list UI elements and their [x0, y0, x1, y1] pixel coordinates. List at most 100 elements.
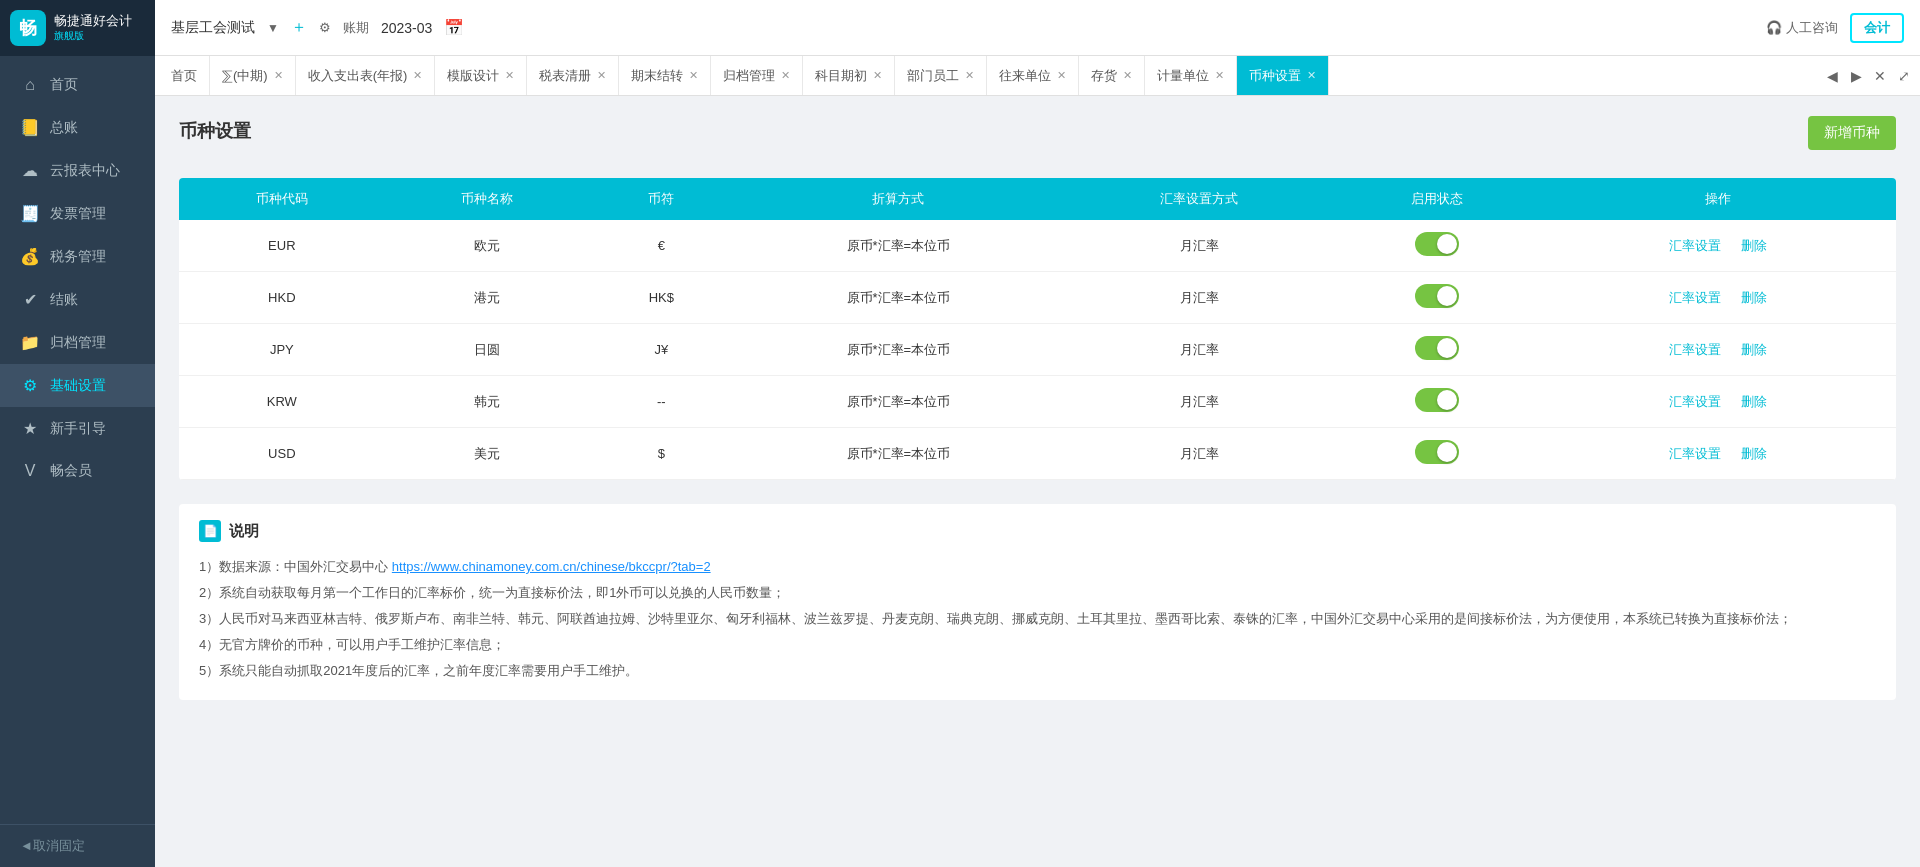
tab-home-label: 首页: [171, 67, 197, 85]
note-item-4: 4）无官方牌价的币种，可以用户手工维护汇率信息；: [199, 632, 1876, 658]
toggle-1[interactable]: [1415, 284, 1459, 308]
delete-link-4[interactable]: 删除: [1741, 446, 1767, 461]
sidebar-item-settings[interactable]: ⚙ 基础设置: [0, 364, 155, 407]
notes-title: 📄 说明: [199, 520, 1876, 542]
tab-archive-close[interactable]: ✕: [781, 69, 790, 82]
topbar-settings-icon[interactable]: ⚙: [319, 20, 331, 35]
cell-rate-1: 月汇率: [1064, 272, 1333, 324]
tab-period-close[interactable]: ✕: [689, 69, 698, 82]
tab-units[interactable]: 计量单位 ✕: [1145, 56, 1237, 96]
tab-taxclear[interactable]: 税表清册 ✕: [527, 56, 619, 96]
sidebar-item-ledger[interactable]: 📒 总账: [0, 106, 155, 149]
tab-inventory[interactable]: 存货 ✕: [1079, 56, 1145, 96]
sidebar-label-reports: 云报表中心: [50, 162, 120, 180]
sidebar-item-guide[interactable]: ★ 新手引导: [0, 407, 155, 450]
col-symbol: 币符: [590, 178, 732, 220]
tab-archive[interactable]: 归档管理 ✕: [711, 56, 803, 96]
support-btn[interactable]: 🎧 人工咨询: [1766, 19, 1838, 37]
calendar-icon[interactable]: 📅: [444, 18, 464, 37]
notes-title-text: 说明: [229, 522, 259, 541]
checkout-icon: ✔: [20, 290, 40, 309]
tab-balance-close[interactable]: ✕: [274, 69, 283, 82]
tab-subjects[interactable]: 科目期初 ✕: [803, 56, 895, 96]
tab-template-close[interactable]: ✕: [505, 69, 514, 82]
tab-income[interactable]: 收入支出表(年报) ✕: [296, 56, 436, 96]
project-dropdown-icon[interactable]: ▼: [267, 21, 279, 35]
table-row: USD 美元 $ 原币*汇率=本位币 月汇率 汇率设置 删除: [179, 428, 1896, 480]
add-tab-icon[interactable]: ＋: [291, 17, 307, 38]
toggle-2[interactable]: [1415, 336, 1459, 360]
rate-setting-link-2[interactable]: 汇率设置: [1669, 342, 1721, 357]
new-currency-button[interactable]: 新增币种: [1808, 116, 1896, 150]
tab-period[interactable]: 期末结转 ✕: [619, 56, 711, 96]
tab-subjects-close[interactable]: ✕: [873, 69, 882, 82]
delete-link-0[interactable]: 删除: [1741, 238, 1767, 253]
rate-setting-link-0[interactable]: 汇率设置: [1669, 238, 1721, 253]
tabs-prev-btn[interactable]: ◀: [1820, 64, 1844, 88]
sidebar-label-checkout: 结账: [50, 291, 78, 309]
period-value: 2023-03: [381, 20, 432, 36]
toggle-4[interactable]: [1415, 440, 1459, 464]
tabs-expand-btn[interactable]: ⤢: [1892, 64, 1916, 88]
cell-code-2: JPY: [179, 324, 385, 376]
tab-income-close[interactable]: ✕: [413, 69, 422, 82]
sidebar-item-checkout[interactable]: ✔ 结账: [0, 278, 155, 321]
sidebar-item-archive[interactable]: 📁 归档管理: [0, 321, 155, 364]
rate-setting-link-4[interactable]: 汇率设置: [1669, 446, 1721, 461]
cell-rate-0: 月汇率: [1064, 220, 1333, 272]
cell-code-4: USD: [179, 428, 385, 480]
tab-employees-close[interactable]: ✕: [965, 69, 974, 82]
sidebar-logo: 畅 畅捷通好会计 旗舰版: [0, 0, 155, 56]
main-area: 基层工会测试 ▼ ＋ ⚙ 账期 2023-03 📅 🎧 人工咨询 会计 首页 ⅀…: [155, 0, 1920, 867]
tabs-next-btn[interactable]: ▶: [1844, 64, 1868, 88]
cell-code-3: KRW: [179, 376, 385, 428]
sidebar-item-invoices[interactable]: 🧾 发票管理: [0, 192, 155, 235]
toggle-3[interactable]: [1415, 388, 1459, 412]
cell-status-0: [1334, 220, 1540, 272]
sidebar-item-home[interactable]: ⌂ 首页: [0, 64, 155, 106]
cell-symbol-4: $: [590, 428, 732, 480]
delete-link-1[interactable]: 删除: [1741, 290, 1767, 305]
sidebar-pin-btn[interactable]: ◄取消固定: [0, 824, 155, 867]
cell-symbol-2: J¥: [590, 324, 732, 376]
support-label: 人工咨询: [1786, 19, 1838, 37]
tab-units-close[interactable]: ✕: [1215, 69, 1224, 82]
tab-currency-label: 币种设置: [1249, 67, 1301, 85]
tab-period-label: 期末结转: [631, 67, 683, 85]
tab-employees[interactable]: 部门员工 ✕: [895, 56, 987, 96]
sidebar-label-tax: 税务管理: [50, 248, 106, 266]
tab-currency-close[interactable]: ✕: [1307, 69, 1316, 82]
sidebar-label-member: 畅会员: [50, 462, 92, 480]
tab-subjects-label: 科目期初: [815, 67, 867, 85]
sidebar-item-reports[interactable]: ☁ 云报表中心: [0, 149, 155, 192]
tab-partners[interactable]: 往来单位 ✕: [987, 56, 1079, 96]
notes-section: 📄 说明 1）数据来源：中国外汇交易中心 https://www.chinamo…: [179, 504, 1896, 700]
delete-link-3[interactable]: 删除: [1741, 394, 1767, 409]
tab-partners-close[interactable]: ✕: [1057, 69, 1066, 82]
cell-actions-0: 汇率设置 删除: [1539, 220, 1896, 272]
tab-inventory-close[interactable]: ✕: [1123, 69, 1132, 82]
sidebar-item-tax[interactable]: 💰 税务管理: [0, 235, 155, 278]
user-role-btn[interactable]: 会计: [1850, 13, 1904, 43]
toggle-0[interactable]: [1415, 232, 1459, 256]
note-item-3: 3）人民币对马来西亚林吉特、俄罗斯卢布、南非兰特、韩元、阿联酋迪拉姆、沙特里亚尔…: [199, 606, 1876, 632]
cell-name-4: 美元: [385, 428, 591, 480]
tab-taxclear-close[interactable]: ✕: [597, 69, 606, 82]
col-code: 币种代码: [179, 178, 385, 220]
cell-rate-3: 月汇率: [1064, 376, 1333, 428]
rate-setting-link-1[interactable]: 汇率设置: [1669, 290, 1721, 305]
note-item-1: 1）数据来源：中国外汇交易中心 https://www.chinamoney.c…: [199, 554, 1876, 580]
tab-template[interactable]: 模版设计 ✕: [435, 56, 527, 96]
project-name[interactable]: 基层工会测试: [171, 19, 255, 37]
tab-balance[interactable]: ⅀(中期) ✕: [210, 56, 296, 96]
tab-currency[interactable]: 币种设置 ✕: [1237, 56, 1329, 96]
sidebar-label-invoices: 发票管理: [50, 205, 106, 223]
rate-setting-link-3[interactable]: 汇率设置: [1669, 394, 1721, 409]
tab-inventory-label: 存货: [1091, 67, 1117, 85]
notes-link[interactable]: https://www.chinamoney.com.cn/chinese/bk…: [392, 559, 711, 574]
delete-link-2[interactable]: 删除: [1741, 342, 1767, 357]
tabs-close-btn[interactable]: ✕: [1868, 64, 1892, 88]
tab-home[interactable]: 首页: [159, 56, 210, 96]
tab-income-label: 收入支出表(年报): [308, 67, 408, 85]
sidebar-item-member[interactable]: V 畅会员: [0, 450, 155, 492]
